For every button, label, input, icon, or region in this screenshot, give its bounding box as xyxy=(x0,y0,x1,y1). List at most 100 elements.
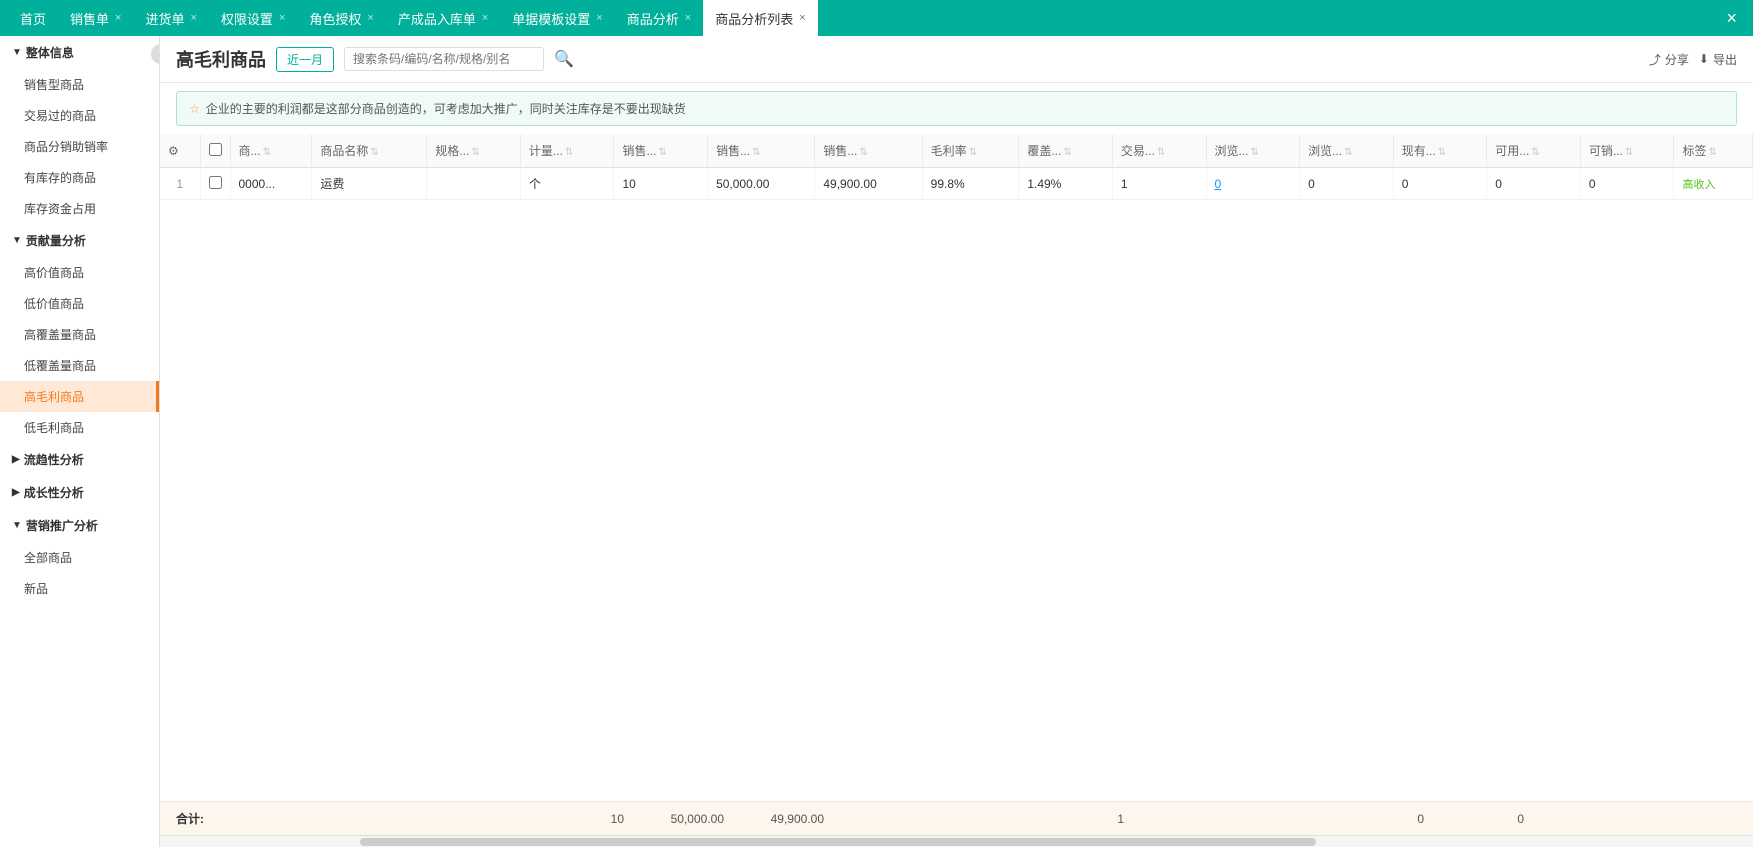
footer-sale-profit: 49,900.00 xyxy=(744,812,824,826)
col-header-transaction[interactable]: 交易...⇅ xyxy=(1112,134,1206,168)
close-all-tabs-button[interactable]: × xyxy=(1718,8,1745,29)
nav-close-权限设置[interactable]: × xyxy=(279,12,285,24)
nav-close-商品分析列表[interactable]: × xyxy=(799,12,805,24)
footer-available-stock: 0 xyxy=(1444,812,1524,826)
share-button[interactable]: ⤴ 分享 xyxy=(1649,51,1689,68)
cell-saleProfit: 49,900.00 xyxy=(815,168,922,200)
nav-close-角色授权[interactable]: × xyxy=(367,12,373,24)
sidebar-item-新品[interactable]: 新品 xyxy=(0,573,159,604)
sidebar-item-销售型商品[interactable]: 销售型商品 xyxy=(0,69,159,100)
nav-item-产成品入库单[interactable]: 产成品入库单× xyxy=(386,0,500,36)
sidebar-item-低覆盖量商品[interactable]: 低覆盖量商品 xyxy=(0,350,159,381)
cell-spec xyxy=(427,168,521,200)
export-button[interactable]: ⬇ 导出 xyxy=(1699,51,1737,68)
search-button[interactable]: 🔍 xyxy=(554,49,574,69)
sidebar-item-有库存的商品[interactable]: 有库存的商品 xyxy=(0,162,159,193)
cell-checkbox[interactable] xyxy=(200,168,230,200)
cell-browse1[interactable]: 0 xyxy=(1206,168,1300,200)
sort-icon-saleAmount: ⇅ xyxy=(752,147,760,158)
col-header-availableStock[interactable]: 可用...⇅ xyxy=(1487,134,1581,168)
row-checkbox[interactable] xyxy=(209,176,222,189)
cell-coverage: 1.49% xyxy=(1019,168,1113,200)
cell-grossMargin: 99.8% xyxy=(922,168,1019,200)
nav-item-角色授权[interactable]: 角色授权× xyxy=(297,0,385,36)
footer-label: 合计: xyxy=(176,810,204,827)
table-container[interactable]: ⚙商...⇅商品名称⇅规格...⇅计量...⇅销售...⇅销售...⇅销售...… xyxy=(160,134,1753,801)
sidebar-item-高价值商品[interactable]: 高价值商品 xyxy=(0,257,159,288)
horizontal-scrollbar[interactable] xyxy=(160,835,1753,847)
footer-sale-qty: 10 xyxy=(544,812,624,826)
group-label: 成长性分析 xyxy=(24,484,84,501)
col-header-saleProfit[interactable]: 销售...⇅ xyxy=(815,134,922,168)
col-header-name[interactable]: 商品名称⇅ xyxy=(312,134,427,168)
sort-icon-saleProfit: ⇅ xyxy=(859,147,867,158)
sidebar-item-商品分销助销率[interactable]: 商品分销助销率 xyxy=(0,131,159,162)
col-header-unit[interactable]: 计量...⇅ xyxy=(520,134,614,168)
nav-item-权限设置[interactable]: 权限设置× xyxy=(209,0,297,36)
sidebar-item-全部商品[interactable]: 全部商品 xyxy=(0,542,159,573)
nav-item-单据模板设置[interactable]: 单据模板设置× xyxy=(500,0,614,36)
sidebar-item-库存资金占用[interactable]: 库存资金占用 xyxy=(0,193,159,224)
cell-name: 运费 xyxy=(312,168,427,200)
sidebar-group-贡献量分析[interactable]: ▼贡献量分析 xyxy=(0,224,159,257)
nav-close-产成品入库单[interactable]: × xyxy=(482,12,488,24)
sidebar-item-高覆盖量商品[interactable]: 高覆盖量商品 xyxy=(0,319,159,350)
select-all-checkbox[interactable] xyxy=(209,143,222,156)
tag-badge: 高收入 xyxy=(1682,179,1715,191)
content-header: 高毛利商品 近一月 🔍 ⤴ 分享 ⬇ 导出 xyxy=(160,36,1753,83)
sidebar-item-高毛利商品[interactable]: 高毛利商品 xyxy=(0,381,159,412)
nav-close-销售单[interactable]: × xyxy=(115,12,121,24)
sidebar-group-营销推广分析[interactable]: ▼营销推广分析 xyxy=(0,509,159,542)
nav-item-商品分析列表[interactable]: 商品分析列表× xyxy=(703,0,817,36)
col-header-tag[interactable]: 标签⇅ xyxy=(1674,134,1753,168)
nav-close-单据模板设置[interactable]: × xyxy=(596,12,602,24)
sidebar-group-整体信息[interactable]: ▼整体信息 xyxy=(0,36,159,69)
sidebar-item-交易过的商品[interactable]: 交易过的商品 xyxy=(0,100,159,131)
sort-icon-browse2: ⇅ xyxy=(1344,147,1352,158)
table-row: 10000...运费个1050,000.0049,900.0099.8%1.49… xyxy=(160,168,1753,200)
share-icon: ⤴ xyxy=(1649,51,1661,68)
col-header-grossMargin[interactable]: 毛利率⇅ xyxy=(922,134,1019,168)
sidebar-item-低毛利商品[interactable]: 低毛利商品 xyxy=(0,412,159,443)
arrow-icon: ▶ xyxy=(12,487,20,498)
col-header-saleAmount[interactable]: 销售...⇅ xyxy=(708,134,815,168)
search-input[interactable] xyxy=(344,47,544,71)
col-header-saleableStock[interactable]: 可销...⇅ xyxy=(1580,134,1674,168)
col-header-spec[interactable]: 规格...⇅ xyxy=(427,134,521,168)
main-layout: « ▼整体信息销售型商品交易过的商品商品分销助销率有库存的商品库存资金占用▼贡献… xyxy=(0,36,1753,847)
table-body: 10000...运费个1050,000.0049,900.0099.8%1.49… xyxy=(160,168,1753,200)
sort-icon-grossMargin: ⇅ xyxy=(969,147,977,158)
sort-icon-browse1: ⇅ xyxy=(1251,147,1259,158)
sort-icon-saleableStock: ⇅ xyxy=(1625,147,1633,158)
sidebar-item-低价值商品[interactable]: 低价值商品 xyxy=(0,288,159,319)
col-header-browse2[interactable]: 浏览...⇅ xyxy=(1300,134,1394,168)
nav-item-首页[interactable]: 首页 xyxy=(8,0,58,36)
share-label: 分享 xyxy=(1665,51,1689,68)
time-filter-button[interactable]: 近一月 xyxy=(276,47,334,72)
col-header-checkbox[interactable] xyxy=(200,134,230,168)
col-header-currentStock[interactable]: 现有...⇅ xyxy=(1393,134,1487,168)
cell-saleAmount: 50,000.00 xyxy=(708,168,815,200)
link-browse1[interactable]: 0 xyxy=(1215,177,1222,191)
nav-close-商品分析[interactable]: × xyxy=(685,12,691,24)
col-header-code[interactable]: 商...⇅ xyxy=(230,134,312,168)
nav-close-进货单[interactable]: × xyxy=(190,12,196,24)
info-icon: ☆ xyxy=(189,102,200,116)
nav-item-进货单[interactable]: 进货单× xyxy=(133,0,208,36)
sidebar-group-流趋性分析[interactable]: ▶流趋性分析 xyxy=(0,443,159,476)
arrow-icon: ▼ xyxy=(12,235,22,246)
nav-item-销售单[interactable]: 销售单× xyxy=(58,0,133,36)
col-header-browse1[interactable]: 浏览...⇅ xyxy=(1206,134,1300,168)
col-header-saleQty[interactable]: 销售...⇅ xyxy=(614,134,708,168)
export-label: 导出 xyxy=(1713,51,1737,68)
sort-icon-availableStock: ⇅ xyxy=(1531,147,1539,158)
sort-icon-currentStock: ⇅ xyxy=(1438,147,1446,158)
nav-item-商品分析[interactable]: 商品分析× xyxy=(615,0,703,36)
sidebar-group-成长性分析[interactable]: ▶ 成长性分析 xyxy=(0,476,159,509)
col-header-settings[interactable]: ⚙ xyxy=(160,134,200,168)
top-nav-bar: 首页销售单×进货单×权限设置×角色授权×产成品入库单×单据模板设置×商品分析×商… xyxy=(0,0,1753,36)
info-banner: ☆ 企业的主要的利润都是这部分商品创造的，可考虑加大推广，同时关注库存是不要出现… xyxy=(176,91,1737,126)
group-label: 流趋性分析 xyxy=(24,451,84,468)
arrow-icon: ▼ xyxy=(12,520,22,531)
col-header-coverage[interactable]: 覆盖...⇅ xyxy=(1019,134,1113,168)
